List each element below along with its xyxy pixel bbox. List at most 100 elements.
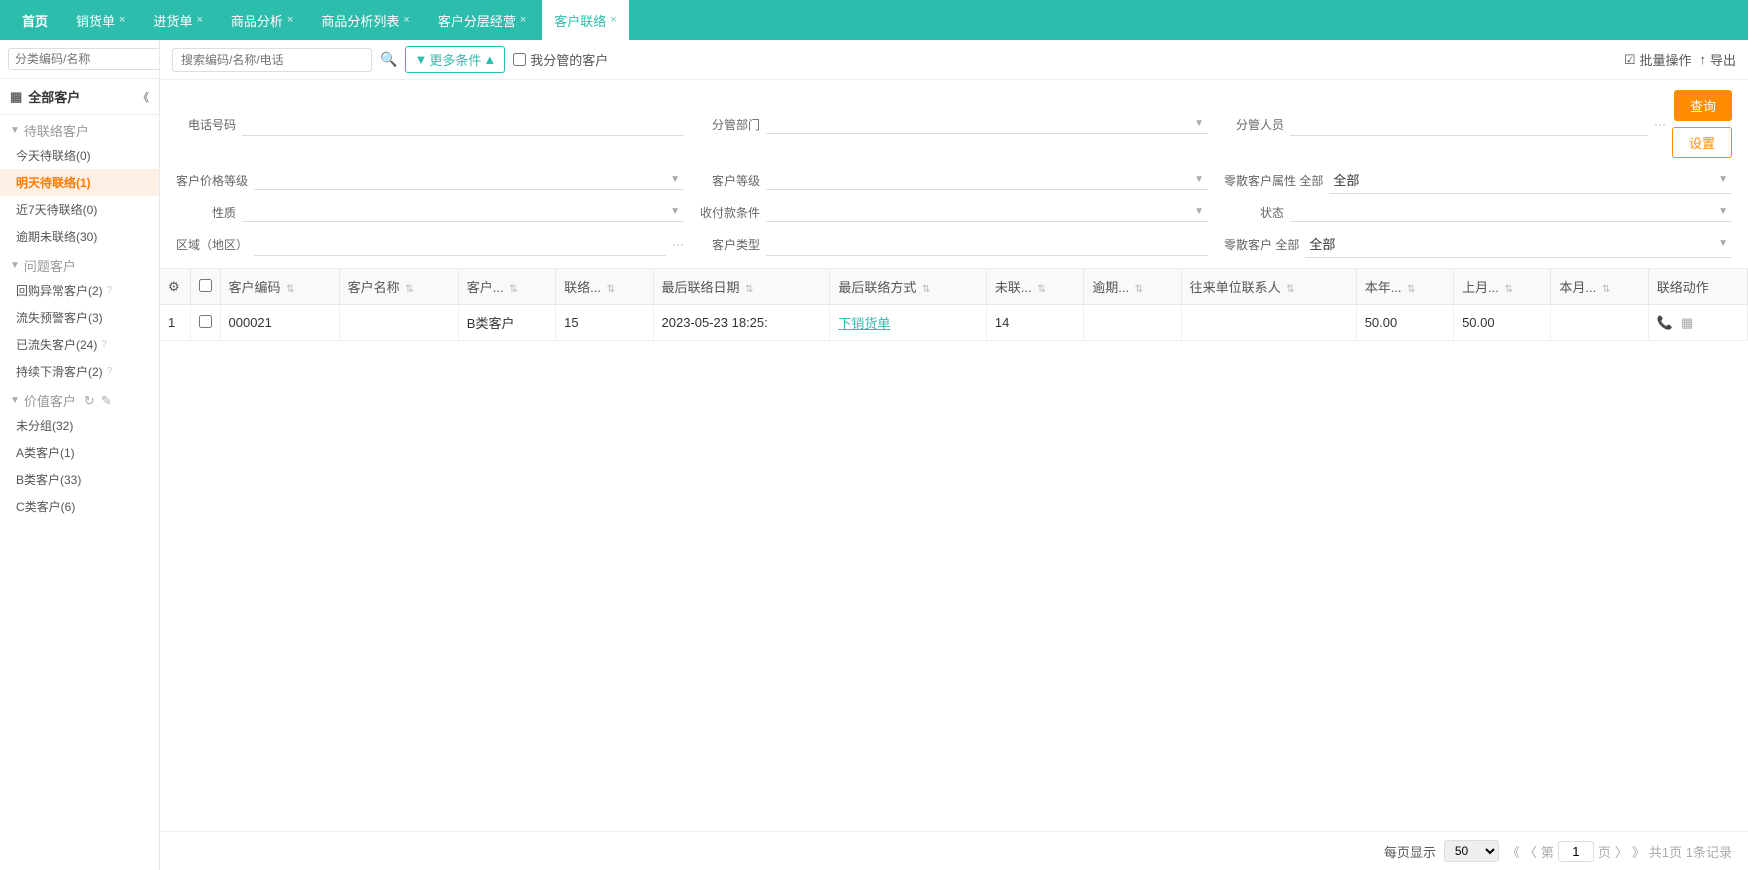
first-page-button[interactable]: 《 — [1507, 842, 1520, 861]
more-conditions-button[interactable]: ▼ 更多条件 ▲ — [405, 46, 505, 73]
prev-page-button[interactable]: 〈 — [1524, 842, 1537, 861]
last-page-button[interactable]: 》 — [1632, 842, 1645, 861]
close-customer-contact-icon[interactable]: × — [610, 14, 616, 26]
td-contact-person: 张三 — [1181, 305, 1356, 341]
filter-row-price-level: 客户价格等级 ▼ — [176, 166, 684, 194]
collapse-icon[interactable]: 《 — [138, 89, 149, 105]
close-goods-analysis-list-icon[interactable]: × — [403, 14, 409, 26]
last-method-link[interactable]: 下销货单 — [838, 316, 890, 331]
my-customers-checkbox[interactable] — [513, 53, 526, 66]
retail-label: 零散客户 全部 — [1224, 236, 1299, 253]
th-this-month[interactable]: 本月... ⇅ — [1551, 269, 1648, 305]
th-last-month[interactable]: 上月... ⇅ — [1454, 269, 1551, 305]
table-container: ⚙ 客户编码 ⇅ 客户名称 ⇅ 客户... ⇅ 联络... ⇅ 最后联络日期 ⇅… — [160, 269, 1748, 831]
nav-home[interactable]: 首页 — [10, 0, 60, 40]
nav-customer-segment[interactable]: 客户分层经营 × — [426, 0, 538, 40]
sidebar-group-value[interactable]: ▼ 价值客户 ↻ ✎ — [0, 385, 159, 412]
price-level-select[interactable]: ▼ — [254, 170, 684, 190]
search-button[interactable]: 🔍 — [380, 51, 397, 68]
payment-label: 收付款条件 — [700, 204, 760, 221]
contact-person-text: 张三 — [1190, 316, 1216, 331]
export-button[interactable]: ↑ 导出 — [1699, 50, 1736, 69]
sidebar-item-week[interactable]: 近7天待联络(0) — [0, 196, 159, 223]
sidebar-item-typeC[interactable]: C类客户(6) — [0, 493, 159, 520]
sort-last-date-icon: ⇅ — [745, 284, 753, 295]
checkbox-icon: ☑ — [1624, 52, 1636, 68]
sidebar-search-input[interactable] — [8, 48, 160, 70]
action-phone-icon[interactable]: 📞 — [1657, 315, 1673, 331]
th-type[interactable]: 客户... ⇅ — [458, 269, 555, 305]
page-input[interactable] — [1558, 841, 1594, 862]
th-last-method[interactable]: 最后联络方式 ⇅ — [830, 269, 986, 305]
close-goods-analysis-icon[interactable]: × — [287, 14, 293, 26]
refresh-value-icon[interactable]: ↻ — [84, 393, 95, 409]
close-customer-segment-icon[interactable]: × — [520, 14, 526, 26]
sort-this-month-icon: ⇅ — [1602, 284, 1610, 295]
nav-goods-analysis[interactable]: 商品分析 × — [219, 0, 305, 40]
th-contact-person[interactable]: 往来单位联系人 ⇅ — [1181, 269, 1356, 305]
sidebar-item-overdue[interactable]: 逾期未联络(30) — [0, 223, 159, 250]
sort-overdue-icon: ⇅ — [1135, 284, 1143, 295]
region-dots-icon[interactable]: ··· — [672, 237, 684, 251]
sidebar-item-today[interactable]: 今天待联络(0) — [0, 142, 159, 169]
batch-ops-button[interactable]: ☑ 批量操作 — [1624, 50, 1692, 69]
filter-row-manager: 分管人员 ··· 查询 设置 — [1224, 90, 1732, 158]
customer-level-select[interactable]: ▼ — [766, 170, 1208, 190]
sidebar-all-customers[interactable]: ▦ 全部客户 《 — [0, 79, 159, 115]
manager-dots-icon[interactable]: ··· — [1654, 117, 1666, 131]
th-this-year[interactable]: 本年... ⇅ — [1356, 269, 1453, 305]
customer-table: ⚙ 客户编码 ⇅ 客户名称 ⇅ 客户... ⇅ 联络... ⇅ 最后联络日期 ⇅… — [160, 269, 1748, 341]
sidebar-item-ungrouped[interactable]: 未分组(32) — [0, 412, 159, 439]
th-name[interactable]: 客户名称 ⇅ — [339, 269, 458, 305]
sidebar-item-tomorrow[interactable]: 明天待联络(1) — [0, 169, 159, 196]
help-declining-icon[interactable]: ? — [107, 366, 113, 377]
arrow-pending-icon: ▼ — [10, 125, 20, 136]
sidebar-item-churn-warn[interactable]: 流失预警客户(3) — [0, 304, 159, 331]
region-input[interactable] — [254, 233, 666, 256]
td-contact-count: 15 — [556, 305, 653, 341]
next-page-button[interactable]: 〉 — [1615, 842, 1628, 861]
th-overdue[interactable]: 逾期... ⇅ — [1084, 269, 1181, 305]
per-page-select[interactable]: 50 100 200 — [1444, 840, 1499, 862]
close-sales-icon[interactable]: × — [119, 14, 125, 26]
manager-input[interactable] — [1290, 113, 1648, 136]
phone-input[interactable] — [242, 113, 684, 136]
td-index: 1 — [160, 305, 190, 341]
sidebar-item-typeA[interactable]: A类客户(1) — [0, 439, 159, 466]
select-all-checkbox[interactable] — [199, 279, 212, 292]
settings-col-icon[interactable]: ⚙ — [168, 279, 180, 294]
query-button[interactable]: 查询 — [1674, 90, 1732, 121]
sidebar-item-typeB[interactable]: B类客户(33) — [0, 466, 159, 493]
payment-select[interactable]: ▼ — [766, 202, 1208, 222]
close-purchase-icon[interactable]: × — [196, 14, 202, 26]
filter-row-region: 区域（地区） ··· — [176, 230, 684, 258]
th-uncontacted[interactable]: 未联... ⇅ — [986, 269, 1083, 305]
sidebar-group-problem[interactable]: ▼ 问题客户 — [0, 250, 159, 277]
sidebar-item-repurchase[interactable]: 回购异常客户(2) ? — [0, 277, 159, 304]
row-checkbox[interactable] — [199, 315, 212, 328]
status-select[interactable]: ▼ — [1290, 202, 1732, 222]
filter-row-customer-level: 客户等级 ▼ — [700, 166, 1208, 194]
th-contact-count[interactable]: 联络... ⇅ — [556, 269, 653, 305]
nav-goods-analysis-list[interactable]: 商品分析列表 × — [309, 0, 421, 40]
th-last-date[interactable]: 最后联络日期 ⇅ — [653, 269, 830, 305]
edit-value-icon[interactable]: ✎ — [101, 393, 112, 409]
my-customers-checkbox-area[interactable]: 我分管的客户 — [513, 50, 608, 69]
action-grid-icon[interactable]: ▦ — [1681, 315, 1693, 331]
th-code[interactable]: 客户编码 ⇅ — [220, 269, 339, 305]
sidebar-item-declining[interactable]: 持续下滑客户(2) ? — [0, 358, 159, 385]
nav-customer-contact[interactable]: 客户联络 × — [542, 0, 628, 40]
dept-select[interactable]: ▼ — [766, 114, 1208, 134]
sidebar-item-churned[interactable]: 已流失客户(24) ? — [0, 331, 159, 358]
settings-button[interactable]: 设置 — [1672, 127, 1732, 158]
help-churned-icon[interactable]: ? — [101, 339, 107, 350]
search-input[interactable] — [172, 48, 372, 72]
nav-sales[interactable]: 销货单 × — [64, 0, 137, 40]
sidebar-group-pending[interactable]: ▼ 待联络客户 — [0, 115, 159, 142]
help-repurchase-icon[interactable]: ? — [107, 285, 113, 296]
retail-select[interactable]: 全部 ▼ — [1305, 230, 1732, 258]
customer-type-input[interactable] — [766, 233, 1208, 256]
retail-attr-select[interactable]: 全部 ▼ — [1329, 166, 1732, 194]
nav-purchase[interactable]: 进货单 × — [141, 0, 214, 40]
nature-select[interactable]: ▼ — [242, 202, 684, 222]
